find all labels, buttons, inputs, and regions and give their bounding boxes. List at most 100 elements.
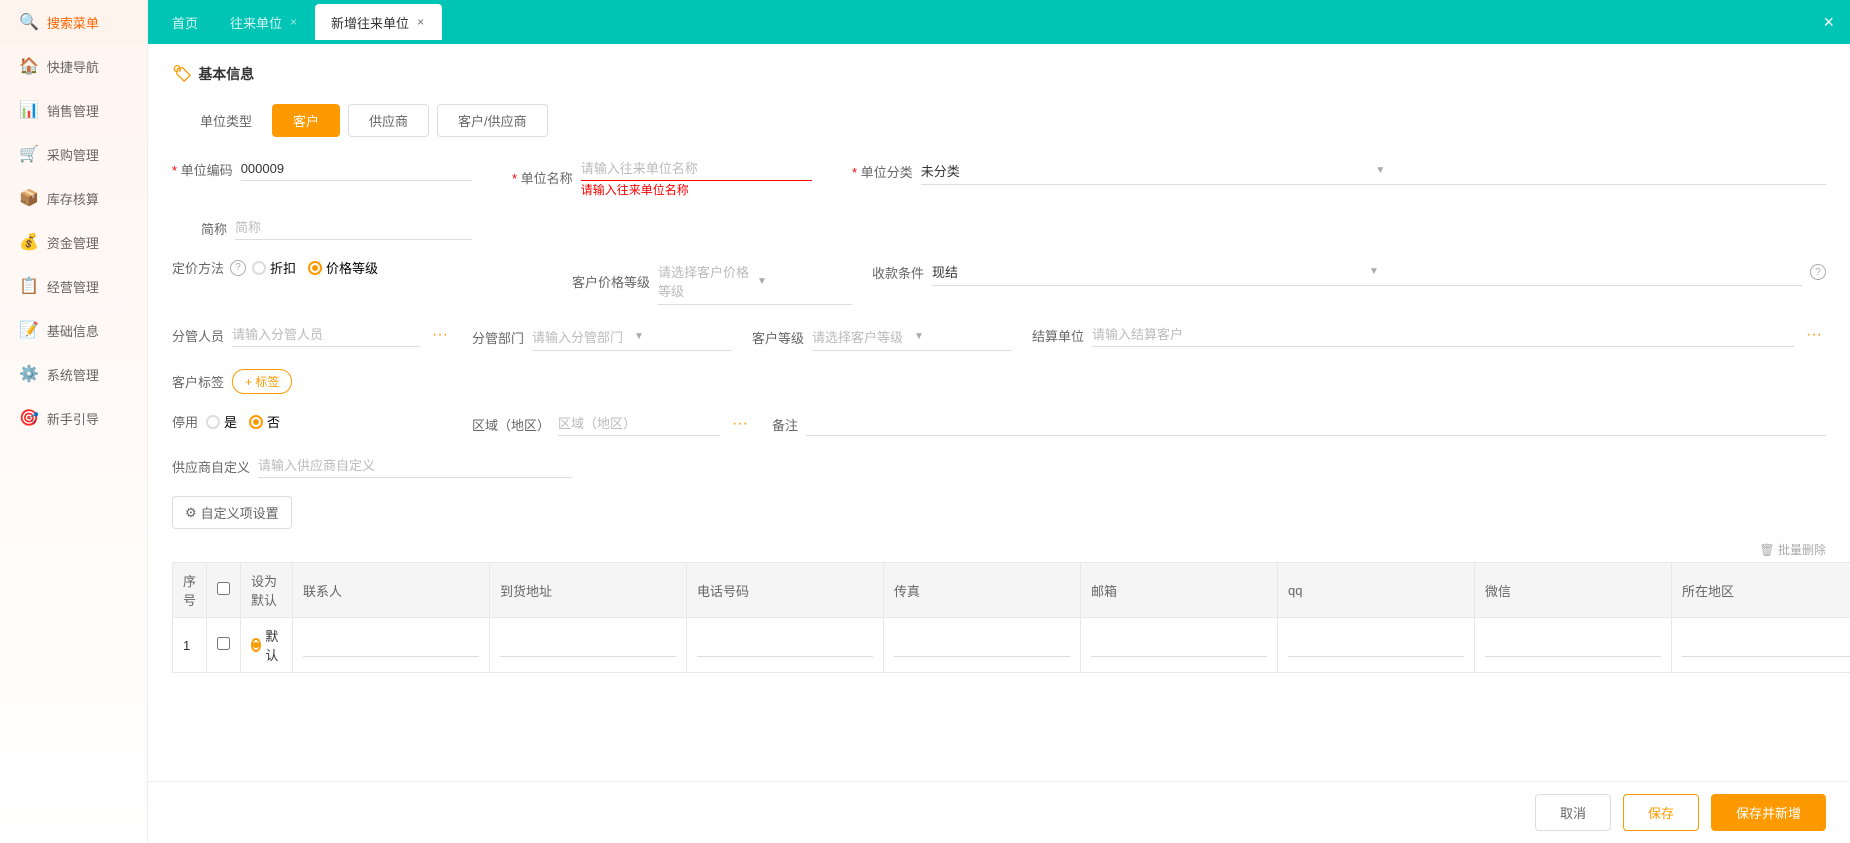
sidebar-item-finance[interactable]: 💰 资金管理 bbox=[0, 220, 147, 264]
row-contact[interactable] bbox=[293, 618, 490, 673]
custom-settings-button[interactable]: ⚙ 自定义项设置 bbox=[172, 496, 292, 529]
row-address[interactable] bbox=[490, 618, 687, 673]
col-qq: qq bbox=[1278, 563, 1475, 618]
pricing-radio-group: 折扣 价格等级 bbox=[252, 258, 378, 277]
row-region-input[interactable] bbox=[1682, 633, 1850, 657]
phone-input[interactable] bbox=[697, 633, 873, 657]
region-input[interactable] bbox=[558, 412, 720, 436]
unit-category-select[interactable]: 未分类 ▼ bbox=[921, 157, 1826, 185]
field-region: 区域（地区） ··· bbox=[472, 412, 752, 436]
contact-input[interactable] bbox=[303, 633, 479, 657]
department-select[interactable]: 请输入分管部门 ▼ bbox=[532, 323, 732, 351]
settlement-more-button[interactable]: ··· bbox=[1802, 326, 1826, 344]
radio-circle-level bbox=[308, 261, 322, 275]
money-icon: 💰 bbox=[19, 232, 39, 252]
sidebar-item-system[interactable]: ⚙️ 系统管理 bbox=[0, 352, 147, 396]
unit-name-input[interactable] bbox=[581, 157, 812, 181]
customer-price-level-select[interactable]: 请选择客户价格等级 ▼ bbox=[658, 258, 852, 305]
sidebar-item-purchase[interactable]: 🛒 采购管理 bbox=[0, 132, 147, 176]
sidebar-item-basic[interactable]: 📝 基础信息 bbox=[0, 308, 147, 352]
row-phone[interactable] bbox=[687, 618, 884, 673]
sidebar-item-label: 快捷导航 bbox=[47, 57, 99, 76]
sidebar: 🔍 搜索菜单 🏠 快捷导航 📊 销售管理 🛒 采购管理 📦 库存核算 💰 资金管… bbox=[0, 0, 148, 843]
field-notes: 备注 bbox=[772, 412, 1826, 436]
chevron-down-icon: ▼ bbox=[914, 331, 1012, 342]
sidebar-item-sales[interactable]: 📊 销售管理 bbox=[0, 88, 147, 132]
supplier-custom-input[interactable] bbox=[258, 454, 572, 478]
unit-name-error: 请输入往来单位名称 bbox=[581, 181, 812, 198]
table-row: 1 默认 bbox=[173, 618, 1850, 673]
section-basic-info: 🏷 基本信息 bbox=[172, 64, 1826, 84]
row-wechat[interactable] bbox=[1475, 618, 1672, 673]
row-disabled: 停用 是 否 区域（地区） ··· bbox=[172, 412, 1826, 436]
unit-code-input[interactable] bbox=[241, 157, 472, 181]
sidebar-item-newguide[interactable]: 🎯 新手引导 bbox=[0, 396, 147, 440]
sidebar-item-label: 经营管理 bbox=[47, 277, 99, 296]
manager-input[interactable] bbox=[232, 323, 420, 347]
sidebar-item-label: 搜索菜单 bbox=[47, 13, 99, 32]
pricing-level-radio[interactable]: 价格等级 bbox=[308, 258, 378, 277]
save-button[interactable]: 保存 bbox=[1623, 794, 1699, 831]
add-tag-button[interactable]: + 标签 bbox=[232, 369, 292, 394]
field-customer-level: 客户等级 请选择客户等级 ▼ bbox=[752, 323, 1012, 351]
wechat-input[interactable] bbox=[1485, 633, 1661, 657]
sidebar-item-quicknav[interactable]: 🏠 快捷导航 bbox=[0, 44, 147, 88]
disabled-radio-group: 是 否 bbox=[206, 412, 280, 431]
row-email[interactable] bbox=[1081, 618, 1278, 673]
select-all-checkbox[interactable] bbox=[217, 582, 230, 595]
save-and-new-button[interactable]: 保存并新增 bbox=[1711, 794, 1826, 831]
col-wechat: 微信 bbox=[1475, 563, 1672, 618]
disabled-no-radio[interactable]: 否 bbox=[249, 412, 280, 431]
customer-level-select[interactable]: 请选择客户等级 ▼ bbox=[812, 323, 1012, 351]
tab-home[interactable]: 首页 bbox=[156, 4, 214, 40]
tab-partners-close[interactable]: × bbox=[288, 15, 299, 29]
row-default-radio[interactable]: 默认 bbox=[251, 626, 282, 664]
tab-new-partner-close[interactable]: × bbox=[415, 15, 426, 29]
address-input[interactable] bbox=[500, 633, 676, 657]
tab-new-partner[interactable]: 新增往来单位 × bbox=[315, 4, 442, 40]
payment-terms-select[interactable]: 现结 ▼ bbox=[932, 258, 1802, 286]
disabled-yes-radio[interactable]: 是 bbox=[206, 412, 237, 431]
row-fax[interactable] bbox=[884, 618, 1081, 673]
short-name-input[interactable] bbox=[235, 216, 472, 240]
row-region[interactable] bbox=[1672, 618, 1850, 673]
gear-icon: ⚙️ bbox=[19, 364, 39, 384]
sidebar-item-label: 新手引导 bbox=[47, 409, 99, 428]
qq-input[interactable] bbox=[1288, 633, 1464, 657]
manager-more-button[interactable]: ··· bbox=[428, 326, 452, 344]
type-btn-both[interactable]: 客户/供应商 bbox=[437, 104, 548, 137]
doc-icon: 📝 bbox=[19, 320, 39, 340]
type-btn-customer[interactable]: 客户 bbox=[272, 104, 340, 137]
sidebar-item-label: 库存核算 bbox=[47, 189, 99, 208]
field-pricing-method: 定价方法 ? 折扣 价格等级 bbox=[172, 258, 552, 277]
col-region: 所在地区 bbox=[1672, 563, 1850, 618]
tab-partners[interactable]: 往来单位 × bbox=[214, 4, 315, 40]
row-checkbox[interactable] bbox=[217, 637, 230, 650]
pricing-help-icon[interactable]: ? bbox=[230, 260, 246, 276]
sidebar-item-operations[interactable]: 📋 经营管理 bbox=[0, 264, 147, 308]
settlement-unit-input[interactable] bbox=[1092, 323, 1794, 347]
row-pricing: 定价方法 ? 折扣 价格等级 客户价格等级 请选择客户价格等级 bbox=[172, 258, 1826, 305]
row-customer-tags: 客户标签 + 标签 bbox=[172, 369, 1826, 394]
window-close-button[interactable]: × bbox=[1815, 8, 1842, 37]
info-icon: 🏷 bbox=[172, 64, 192, 84]
row-qq[interactable] bbox=[1278, 618, 1475, 673]
chevron-down-icon: ▼ bbox=[757, 276, 852, 287]
type-btn-supplier[interactable]: 供应商 bbox=[348, 104, 429, 137]
field-payment-terms: 收款条件 现结 ▼ ? bbox=[872, 258, 1826, 286]
sidebar-item-search[interactable]: 🔍 搜索菜单 bbox=[0, 0, 147, 44]
cancel-button[interactable]: 取消 bbox=[1535, 794, 1611, 831]
guide-icon: 🎯 bbox=[19, 408, 39, 428]
region-more-button[interactable]: ··· bbox=[728, 415, 752, 433]
sidebar-item-label: 销售管理 bbox=[47, 101, 99, 120]
fax-input[interactable] bbox=[894, 633, 1070, 657]
email-input[interactable] bbox=[1091, 633, 1267, 657]
col-default: 设为默认 bbox=[241, 563, 293, 618]
sidebar-item-inventory[interactable]: 📦 库存核算 bbox=[0, 176, 147, 220]
form-footer: 取消 保存 保存并新增 bbox=[148, 781, 1850, 843]
chart-icon: 📊 bbox=[19, 100, 39, 120]
notes-input[interactable] bbox=[806, 412, 1826, 436]
payment-help-icon[interactable]: ? bbox=[1810, 264, 1826, 280]
search-icon: 🔍 bbox=[19, 12, 39, 32]
pricing-discount-radio[interactable]: 折扣 bbox=[252, 258, 296, 277]
